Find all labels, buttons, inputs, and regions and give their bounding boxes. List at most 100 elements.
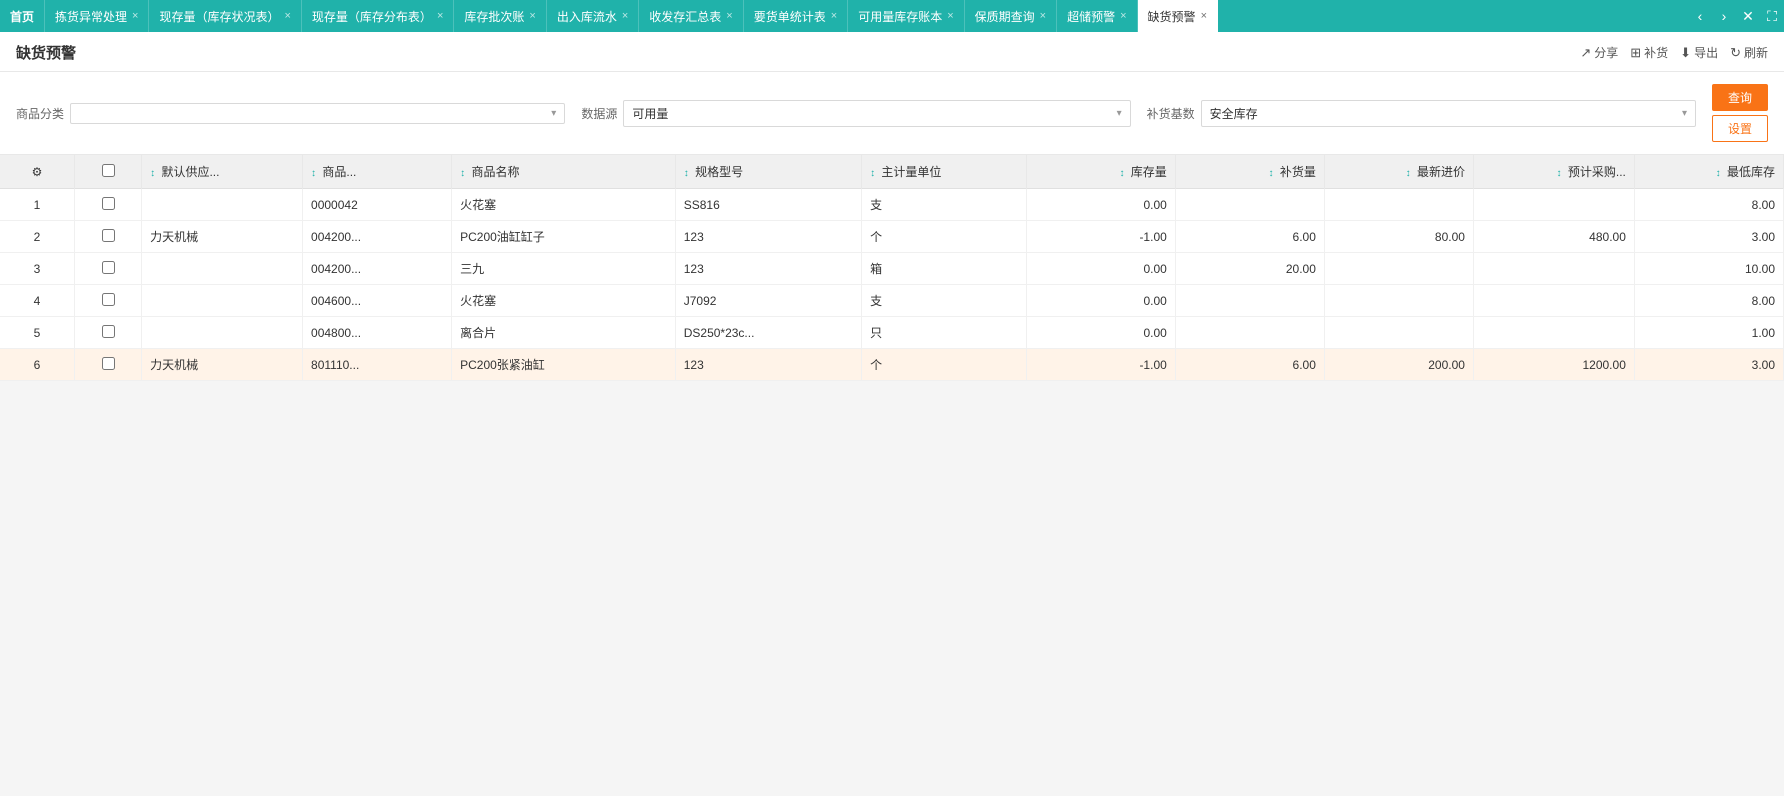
tab-item-demand[interactable]: 要货单统计表 ×: [744, 0, 848, 32]
replenish-base-select[interactable]: 安全库存 ▾: [1201, 100, 1696, 127]
row-code: 004600...: [303, 285, 452, 317]
row-price: 80.00: [1324, 221, 1473, 253]
refresh-button[interactable]: ↻ 刷新: [1730, 44, 1768, 61]
col-header-gear[interactable]: ⚙: [0, 155, 75, 189]
query-button[interactable]: 查询: [1712, 84, 1768, 111]
table-header-row: ⚙ ↕ 默认供应... ↕ 商品...: [0, 155, 1784, 189]
code-sort-icon: ↕: [311, 168, 316, 179]
datasource-select[interactable]: 可用量 ▾: [623, 100, 1130, 127]
replenish-base-label: 补货基数: [1147, 105, 1195, 122]
category-filter-group: 商品分类 ▾: [16, 103, 565, 124]
code-col-label: 商品...: [322, 165, 356, 179]
tab-label-demand: 要货单统计表: [754, 8, 826, 25]
purchase-col-label: 预计采购...: [1568, 165, 1626, 179]
col-header-stock[interactable]: ↕ 库存量: [1026, 155, 1175, 189]
row-checkbox[interactable]: [102, 325, 115, 338]
tab-item-expiry[interactable]: 保质期查询 ×: [965, 0, 1057, 32]
row-spec: 123: [675, 253, 861, 285]
name-col-label: 商品名称: [471, 165, 519, 179]
tab-item-stock-dist[interactable]: 现存量（库存分布表）×: [302, 0, 454, 32]
col-header-checkbox[interactable]: [75, 155, 142, 189]
row-code: 801110...: [303, 349, 452, 381]
replenish-button[interactable]: ⊞ 补货: [1630, 44, 1668, 61]
row-stock: -1.00: [1026, 349, 1175, 381]
tab-item-batch[interactable]: 库存批次账×: [454, 0, 546, 32]
row-checkbox-cell[interactable]: [75, 189, 142, 221]
row-stock: 0.00: [1026, 189, 1175, 221]
col-header-price[interactable]: ↕ 最新进价: [1324, 155, 1473, 189]
tab-close-inout-flow[interactable]: ×: [622, 10, 628, 22]
tab-prev-button[interactable]: ‹: [1688, 0, 1712, 32]
tab-close-batch[interactable]: ×: [529, 10, 535, 22]
page-header: 缺货预警 ↗ 分享 ⊞ 补货 ⬇ 导出 ↻ 刷新: [0, 32, 1784, 72]
tab-close-abnormal[interactable]: ×: [132, 10, 138, 22]
category-select[interactable]: ▾: [70, 103, 565, 124]
category-arrow-icon: ▾: [551, 108, 556, 119]
row-supplier: [142, 285, 303, 317]
row-checkbox-cell[interactable]: [75, 285, 142, 317]
tab-close-stock-status[interactable]: ×: [284, 10, 290, 22]
tab-item-home[interactable]: 首页: [0, 0, 45, 32]
row-checkbox[interactable]: [102, 229, 115, 242]
row-checkbox-cell[interactable]: [75, 221, 142, 253]
tab-next-button[interactable]: ›: [1712, 0, 1736, 32]
row-checkbox[interactable]: [102, 261, 115, 274]
select-all-checkbox[interactable]: [102, 164, 115, 177]
col-header-minstock[interactable]: ↕ 最低库存: [1634, 155, 1783, 189]
col-header-unit[interactable]: ↕ 主计量单位: [862, 155, 1027, 189]
replenish-base-filter-group: 补货基数 安全库存 ▾: [1147, 100, 1696, 127]
tab-close-available[interactable]: ×: [947, 10, 953, 22]
row-supplier: [142, 189, 303, 221]
row-checkbox-cell[interactable]: [75, 253, 142, 285]
col-header-spec[interactable]: ↕ 规格型号: [675, 155, 861, 189]
settings-button[interactable]: 设置: [1712, 115, 1768, 142]
replenish-base-arrow-icon: ▾: [1682, 108, 1687, 119]
row-checkbox[interactable]: [102, 357, 115, 370]
col-header-code[interactable]: ↕ 商品...: [303, 155, 452, 189]
col-header-purchase[interactable]: ↕ 预计采购...: [1473, 155, 1634, 189]
tab-item-inout-flow[interactable]: 出入库流水×: [547, 0, 639, 32]
row-spec: 123: [675, 221, 861, 253]
row-checkbox[interactable]: [102, 293, 115, 306]
row-index: 4: [0, 285, 75, 317]
row-minstock: 1.00: [1634, 317, 1783, 349]
row-index: 1: [0, 189, 75, 221]
tab-item-overstock[interactable]: 超储预警×: [1057, 0, 1137, 32]
tab-close-stock-dist[interactable]: ×: [437, 10, 443, 22]
col-header-name[interactable]: ↕ 商品名称: [452, 155, 676, 189]
row-checkbox-cell[interactable]: [75, 349, 142, 381]
tab-nav-buttons: ‹ › ✕ ⛶: [1688, 0, 1784, 32]
tab-close-expiry[interactable]: ×: [1040, 10, 1046, 22]
tab-close-demand[interactable]: ×: [831, 10, 837, 22]
col-header-replenish[interactable]: ↕ 补货量: [1175, 155, 1324, 189]
row-replenish: 6.00: [1175, 349, 1324, 381]
tab-item-shortage[interactable]: 缺货预警×: [1138, 0, 1218, 32]
col-header-supplier[interactable]: ↕ 默认供应...: [142, 155, 303, 189]
unit-sort-icon: ↕: [870, 168, 875, 179]
tab-close-shortage[interactable]: ×: [1201, 10, 1207, 22]
row-checkbox-cell[interactable]: [75, 317, 142, 349]
share-button[interactable]: ↗ 分享: [1580, 44, 1618, 61]
row-name: 三九: [452, 253, 676, 285]
tab-item-stock-status[interactable]: 现存量（库存状况表）×: [149, 0, 301, 32]
export-button[interactable]: ⬇ 导出: [1680, 44, 1718, 61]
tab-label-expiry: 保质期查询: [975, 8, 1035, 25]
replenish-sort-icon: ↕: [1269, 168, 1274, 179]
tab-item-abnormal[interactable]: 拣货异常处理×: [45, 0, 149, 32]
tab-close-button[interactable]: ✕: [1736, 0, 1760, 32]
app-container: 首页拣货异常处理×现存量（库存状况表）×现存量（库存分布表）×库存批次账×出入库…: [0, 0, 1784, 381]
supplier-col-label: 默认供应...: [161, 165, 219, 179]
table-body: 10000042火花塞SS816支0.008.002力天机械004200...P…: [0, 189, 1784, 381]
tab-item-collection[interactable]: 收发存汇总表×: [639, 0, 743, 32]
row-purchase: [1473, 253, 1634, 285]
tab-close-overstock[interactable]: ×: [1120, 10, 1126, 22]
tab-item-available[interactable]: 可用量库存账本×: [848, 0, 964, 32]
tab-fullscreen-button[interactable]: ⛶: [1760, 0, 1784, 32]
tab-close-collection[interactable]: ×: [726, 10, 732, 22]
row-stock: 0.00: [1026, 317, 1175, 349]
tab-label-home: 首页: [10, 8, 34, 25]
row-name: 火花塞: [452, 189, 676, 221]
row-checkbox[interactable]: [102, 197, 115, 210]
table-row: 3004200...三九123箱0.0020.0010.00: [0, 253, 1784, 285]
row-minstock: 3.00: [1634, 221, 1783, 253]
